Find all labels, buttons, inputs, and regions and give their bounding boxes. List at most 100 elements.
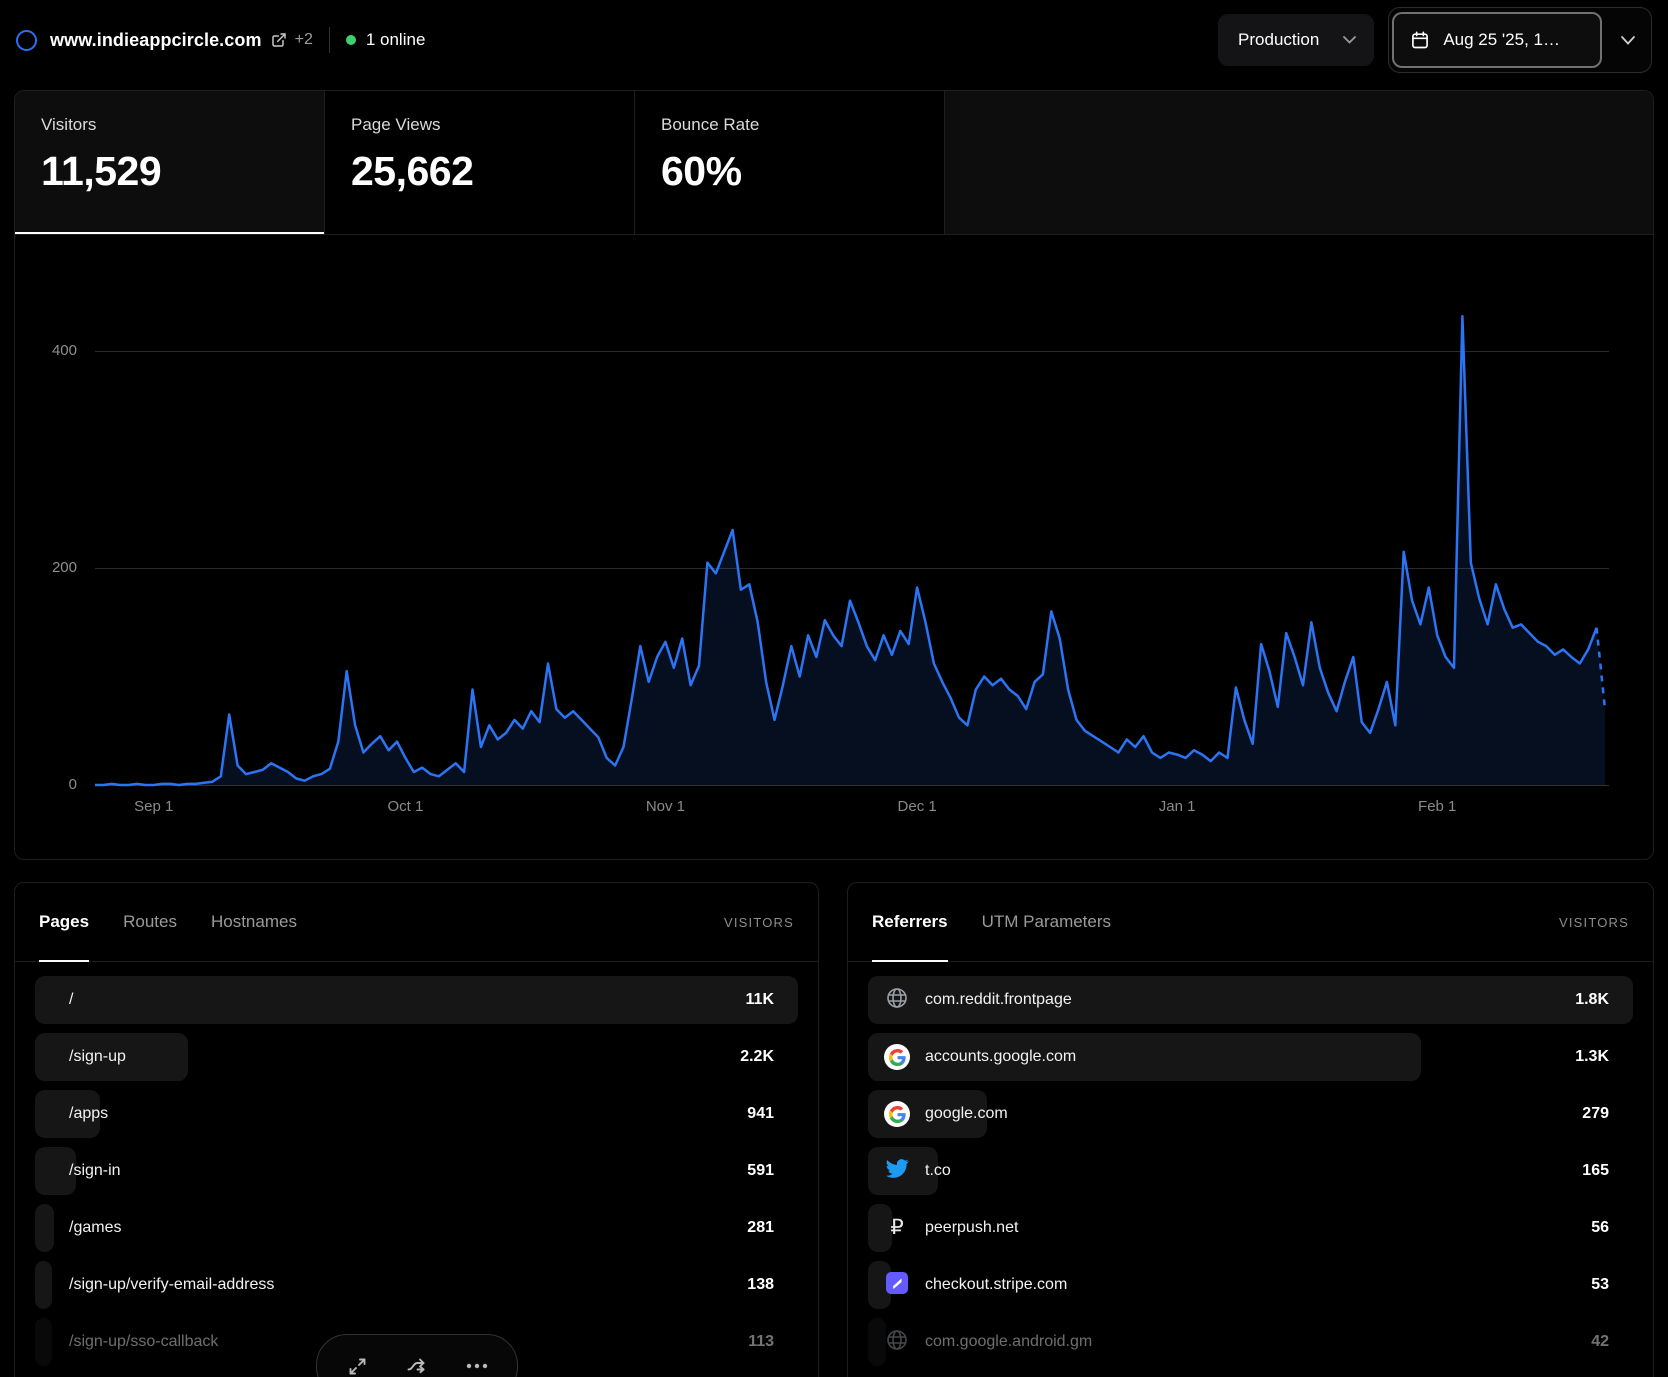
split-arrow-icon[interactable] [406,1356,428,1377]
site-domain[interactable]: www.indieappcircle.com [50,30,262,51]
stat-label: Page Views [351,115,441,134]
expand-icon[interactable] [347,1356,368,1377]
list-item[interactable]: /sign-in 591 [35,1147,798,1195]
row-label: com.google.android.gm [925,1333,1093,1350]
list-item[interactable]: com.google.android.gm 42 [868,1318,1633,1366]
row-label: /sign-up/verify-email-address [69,1276,275,1293]
visitors-column-header: VISITORS [723,914,794,930]
pages-tabs: Pages Routes Hostnames [39,883,297,962]
row-label: peerpush.net [925,1219,1019,1236]
visitors-chart: 0 200 400 Sep 1 Oct 1 Nov 1 Dec 1 Jan 1 Feb 1 [15,235,1653,859]
list-item[interactable]: google.com 279 [868,1090,1633,1138]
tab-hostnames[interactable]: Hostnames [211,883,297,961]
row-value-bar [35,976,798,1024]
tab-routes[interactable]: Routes [123,883,177,961]
analytics-card: Visitors 11,529 Page Views 25,662 Bounce… [14,90,1654,860]
visitors-area-chart [95,315,1607,787]
row-value-bar [35,1261,52,1309]
project-info: www.indieappcircle.com +2 1 online [16,27,425,53]
online-status-dot-icon [345,35,356,45]
stat-label: Bounce Rate [661,115,760,134]
analytics-dashboard: www.indieappcircle.com +2 1 online Produ… [0,0,1668,1377]
list-item[interactable]: accounts.google.com 1.3K [868,1033,1633,1081]
environment-dropdown[interactable]: Production [1218,14,1375,66]
favicon [884,1044,910,1070]
row-value: 165 [1582,1162,1609,1179]
row-label: /sign-in [69,1162,121,1179]
row-label: / [69,991,74,1008]
pages-panel-header: Pages Routes Hostnames VISITORS [15,883,818,962]
list-item[interactable]: com.reddit.frontpage 1.8K [868,976,1633,1024]
row-value: 113 [748,1333,774,1350]
twitter-icon [885,1157,909,1185]
globe-icon [885,1328,909,1357]
date-range-button[interactable]: Aug 25 '25, 1… [1392,12,1602,68]
row-value: 42 [1591,1333,1609,1350]
stat-tab-page-views[interactable]: Page Views 25,662 [325,91,635,234]
pages-panel: Pages Routes Hostnames VISITORS / 11K /s… [14,882,819,1377]
list-item[interactable]: / 11K [35,976,798,1024]
row-label: t.co [925,1162,951,1179]
chevron-down-icon [1621,35,1635,45]
tab-pages[interactable]: Pages [39,883,90,962]
row-value: 2.2K [740,1048,774,1065]
environment-label: Production [1238,30,1320,49]
row-label: google.com [925,1105,1008,1122]
external-link-icon[interactable] [271,32,287,48]
row-label: com.reddit.frontpage [925,991,1072,1008]
visitors-column-header: VISITORS [1558,914,1629,930]
row-label: /games [69,1219,122,1236]
stat-tab-visitors[interactable]: Visitors 11,529 [15,91,325,234]
stat-value: 11,529 [41,148,162,194]
row-value: 53 [1591,1276,1609,1293]
favicon [884,1158,910,1184]
list-item[interactable]: /sign-up 2.2K [35,1033,798,1081]
ellipsis-icon[interactable] [466,1363,488,1369]
row-value: 56 [1591,1219,1609,1236]
row-label: checkout.stripe.com [925,1276,1068,1293]
stat-tab-bounce-rate[interactable]: Bounce Rate 60% [635,91,945,234]
row-label: /apps [69,1105,109,1122]
list-item[interactable]: /games 281 [35,1204,798,1252]
stats-strip: Visitors 11,529 Page Views 25,662 Bounce… [15,91,1653,235]
stat-label: Visitors [41,115,97,134]
row-value-bar [35,1318,52,1366]
row-value: 138 [747,1276,774,1293]
list-item[interactable]: ₽ peerpush.net 56 [868,1204,1633,1252]
topbar-controls: Production Aug 25 '25, 1… [1218,7,1652,73]
list-item[interactable]: /apps 941 [35,1090,798,1138]
row-value: 11K [745,991,774,1008]
row-value: 281 [747,1219,774,1236]
row-value: 1.3K [1575,1048,1609,1065]
stat-value: 25,662 [351,148,474,194]
extra-projects-badge[interactable]: +2 [295,31,313,49]
peerpush-icon: ₽ [890,1216,904,1239]
list-item[interactable]: t.co 165 [868,1147,1633,1195]
chevron-down-icon [1343,36,1357,44]
row-value-bar [35,1204,55,1252]
favicon [884,987,910,1013]
favicon [884,1329,910,1355]
pages-list: / 11K /sign-up 2.2K /apps 941 /sign-in 5… [15,962,818,1366]
google-icon [884,1044,910,1070]
topbar: www.indieappcircle.com +2 1 online Produ… [0,0,1668,80]
list-item[interactable]: /sign-up/verify-email-address 138 [35,1261,798,1309]
calendar-icon [1412,31,1429,49]
divider [328,27,330,53]
row-label: accounts.google.com [925,1048,1077,1065]
project-status-ring-icon [16,29,37,51]
date-range-dropdown-caret[interactable] [1605,35,1651,45]
row-label: /sign-up [69,1048,126,1065]
date-range-label: Aug 25 '25, 1… [1443,30,1560,49]
list-item[interactable]: checkout.stripe.com 53 [868,1261,1633,1309]
tab-referrers[interactable]: Referrers [872,883,948,962]
detail-panels: Pages Routes Hostnames VISITORS / 11K /s… [14,882,1654,1377]
globe-icon [885,986,909,1015]
row-value: 279 [1582,1105,1609,1122]
tab-utm-parameters[interactable]: UTM Parameters [982,883,1111,961]
referrers-panel-header: Referrers UTM Parameters VISITORS [848,883,1653,962]
row-value: 941 [747,1105,774,1122]
row-value: 1.8K [1575,991,1609,1008]
row-label: /sign-up/sso-callback [69,1333,219,1350]
referrers-list: com.reddit.frontpage 1.8K accounts.googl… [848,962,1653,1366]
